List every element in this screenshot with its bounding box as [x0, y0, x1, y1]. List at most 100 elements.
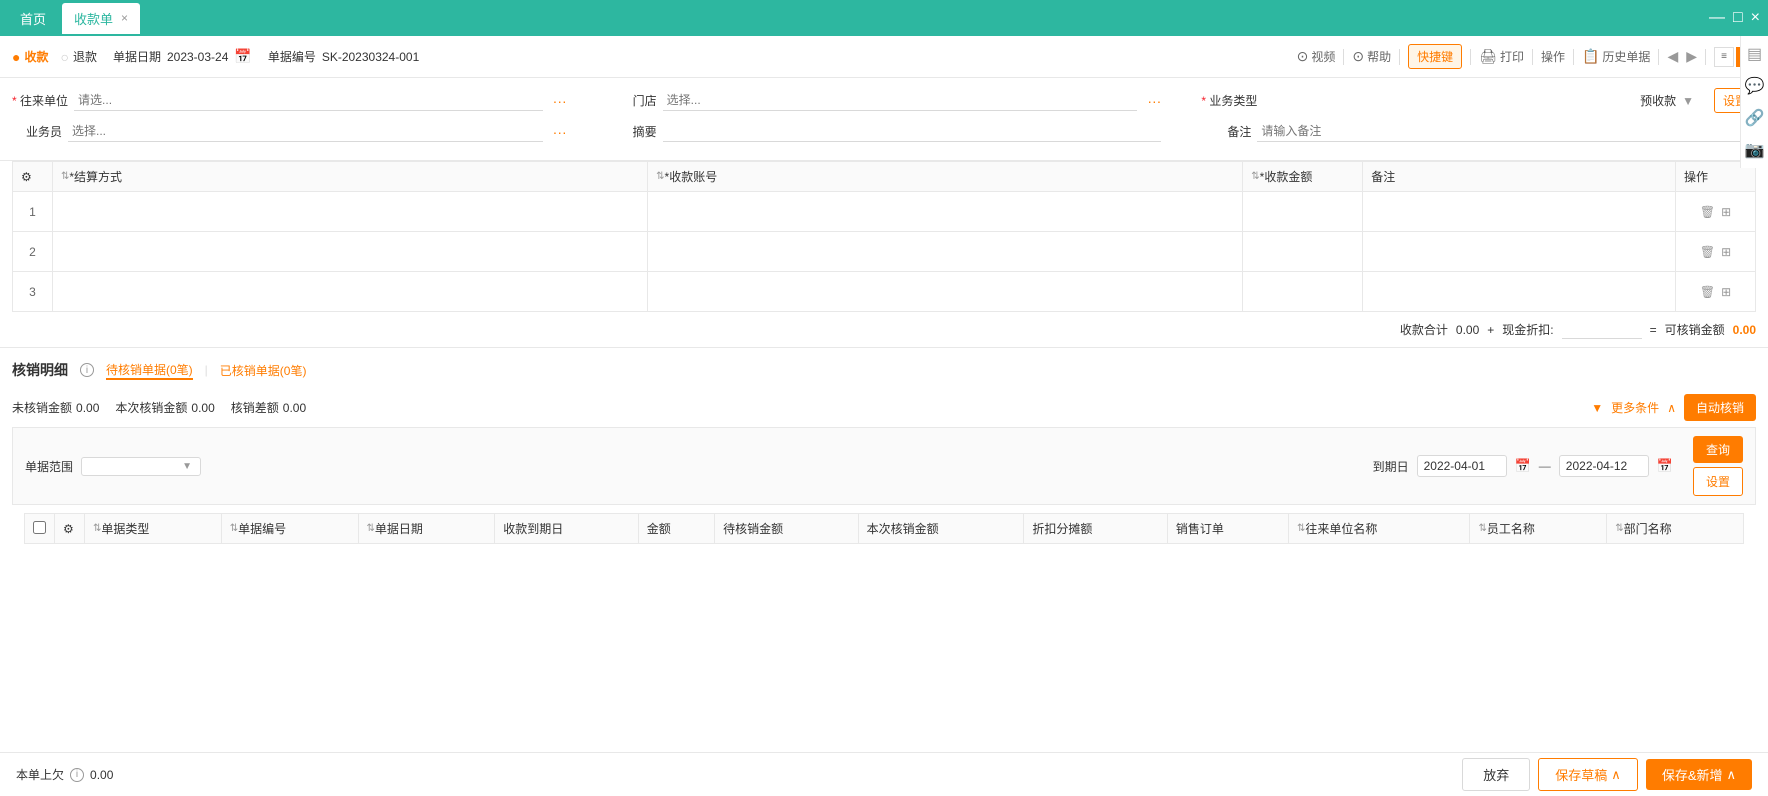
store-more-icon[interactable]: ···	[1147, 93, 1161, 109]
date-value[interactable]: 2023-03-24	[167, 50, 228, 64]
th-sales-order-label: 销售订单	[1176, 522, 1224, 536]
more-conditions-label[interactable]: 更多条件	[1611, 399, 1659, 416]
delete-icon-3[interactable]: 🗑	[1700, 285, 1715, 299]
radio-tuikuan-label: 退款	[73, 48, 97, 65]
staff-more-icon[interactable]: ···	[553, 124, 567, 140]
help-btn[interactable]: ⊙ 帮助	[1352, 48, 1391, 65]
sidebar-link-icon[interactable]: 🔗	[1745, 108, 1765, 128]
close-window-icon[interactable]: ×	[1751, 9, 1760, 27]
row-amount-2[interactable]	[1243, 232, 1363, 272]
abandon-btn[interactable]: 放弃	[1462, 758, 1530, 791]
row-account-2[interactable]	[648, 232, 1243, 272]
th-amount: 金额	[638, 514, 714, 544]
sidebar-camera-icon[interactable]: 📷	[1745, 140, 1765, 160]
row-amount-3[interactable]	[1243, 272, 1363, 312]
save-new-arrow: ∧	[1726, 767, 1736, 783]
business-type-field: 业务类型 预收款 ▼ 设置	[1201, 88, 1756, 113]
total-value: 0.00	[1456, 323, 1479, 337]
save-draft-label: 保存草稿	[1555, 765, 1607, 784]
video-btn[interactable]: ⊙ 视频	[1297, 48, 1336, 65]
row-account-1[interactable]	[648, 192, 1243, 232]
row-amount-1[interactable]	[1243, 192, 1363, 232]
this-bill-info-icon[interactable]: i	[70, 768, 84, 782]
print-btn[interactable]: 🖨 打印	[1479, 48, 1524, 65]
done-tab[interactable]: 已核销单据(0笔)	[220, 362, 307, 379]
sidebar-table-icon[interactable]: ▤	[1747, 44, 1762, 64]
query-btn[interactable]: 查询	[1693, 436, 1743, 463]
summary-input[interactable]	[663, 121, 1162, 142]
range-select[interactable]: ▼	[81, 457, 201, 476]
total-label: 收款合计	[1400, 321, 1448, 338]
verify-info-icon[interactable]: i	[80, 363, 94, 377]
counterparty-more-icon[interactable]: ···	[553, 93, 567, 109]
divider-3	[1470, 49, 1471, 65]
th-current-verify-label: 本次核销金额	[867, 522, 939, 536]
row-remark-2[interactable]	[1363, 232, 1676, 272]
history-label: 历史单据	[1602, 48, 1650, 65]
history-btn[interactable]: 📋 历史单据	[1582, 48, 1650, 65]
more-conditions-icon[interactable]: ▼	[1591, 401, 1603, 415]
save-draft-btn[interactable]: 保存草稿 ∧	[1538, 758, 1638, 791]
sort-bill-date-icon[interactable]: ⇅	[367, 523, 375, 534]
sort-amount-icon[interactable]: ⇅	[1251, 171, 1259, 182]
row-settlement-1[interactable]	[53, 192, 648, 232]
store-input[interactable]	[663, 90, 1138, 111]
right-sidebar: ▤ 💬 🔗 📷	[1740, 36, 1768, 168]
auto-verify-btn[interactable]: 自动核销	[1684, 394, 1756, 421]
tab-close-icon[interactable]: ×	[121, 11, 128, 25]
tab-active[interactable]: 收款单 ×	[62, 3, 140, 34]
staff-input[interactable]	[68, 121, 543, 142]
due-date-end[interactable]	[1559, 455, 1649, 477]
row-settlement-2[interactable]	[53, 232, 648, 272]
pending-tab[interactable]: 待核销单据(0笔)	[106, 361, 193, 380]
net-value: 0.00	[1733, 323, 1756, 337]
sort-bill-type-icon[interactable]: ⇅	[93, 523, 101, 534]
number-value: SK-20230324-001	[322, 50, 419, 64]
sort-counterparty-icon[interactable]: ⇅	[1297, 523, 1305, 534]
row-account-3[interactable]	[648, 272, 1243, 312]
cal-end-icon[interactable]: 📅	[1657, 458, 1673, 474]
row-remark-3[interactable]	[1363, 272, 1676, 312]
collapse-icon[interactable]: ∧	[1667, 401, 1676, 415]
th-settings-bottom[interactable]: ⚙	[55, 514, 85, 544]
copy-icon-1[interactable]: ⊞	[1721, 205, 1731, 219]
unverified-stat: 未核销金额 0.00	[12, 399, 99, 416]
shortcut-btn[interactable]: 快捷键	[1408, 44, 1462, 69]
minimize-icon[interactable]: —	[1709, 9, 1725, 27]
radio-tuikuan[interactable]: ○ 退款	[60, 48, 96, 65]
copy-icon-2[interactable]: ⊞	[1721, 245, 1731, 259]
save-new-btn[interactable]: 保存&新增 ∧	[1646, 759, 1752, 790]
business-type-arrow[interactable]: ▼	[1682, 94, 1694, 108]
row-remark-1[interactable]	[1363, 192, 1676, 232]
layout-list-btn[interactable]: ≡	[1714, 47, 1734, 67]
radio-shoukuan[interactable]: ● 收款	[12, 48, 48, 65]
counterparty-input[interactable]	[74, 90, 543, 111]
operation-btn[interactable]: 操作	[1541, 48, 1565, 65]
discount-input[interactable]	[1562, 320, 1642, 339]
nav-prev-icon[interactable]: ◀	[1667, 48, 1678, 65]
sort-account-icon[interactable]: ⇅	[656, 171, 664, 182]
calendar-icon[interactable]: 📅	[234, 48, 251, 65]
copy-icon-3[interactable]: ⊞	[1721, 285, 1731, 299]
divider-1	[1343, 49, 1344, 65]
remark-input[interactable]	[1257, 121, 1756, 142]
filter-settings-btn[interactable]: 设置	[1693, 467, 1743, 496]
cal-start-icon[interactable]: 📅	[1515, 458, 1531, 474]
sidebar-chat-icon[interactable]: 💬	[1745, 76, 1765, 96]
settings-icon[interactable]: ⚙	[21, 170, 32, 184]
row-settlement-3[interactable]	[53, 272, 648, 312]
due-date-start[interactable]	[1417, 455, 1507, 477]
delete-icon-1[interactable]: 🗑	[1700, 205, 1715, 219]
sort-dept-icon[interactable]: ⇅	[1615, 523, 1623, 534]
sort-settlement-icon[interactable]: ⇅	[61, 171, 69, 182]
select-all-checkbox[interactable]	[33, 521, 46, 534]
footer-right: 放弃 保存草稿 ∧ 保存&新增 ∧	[1462, 758, 1752, 791]
toolbar-right: ⊙ 视频 ⊙ 帮助 快捷键 🖨 打印 操作 📋	[1297, 44, 1756, 69]
table-settings-th[interactable]: ⚙	[13, 162, 53, 192]
delete-icon-2[interactable]: 🗑	[1700, 245, 1715, 259]
sort-staff-icon[interactable]: ⇅	[1478, 523, 1486, 534]
nav-next-icon[interactable]: ▶	[1686, 48, 1697, 65]
tab-home[interactable]: 首页	[8, 3, 58, 34]
maximize-icon[interactable]: □	[1733, 9, 1743, 27]
sort-bill-no-icon[interactable]: ⇅	[230, 523, 238, 534]
